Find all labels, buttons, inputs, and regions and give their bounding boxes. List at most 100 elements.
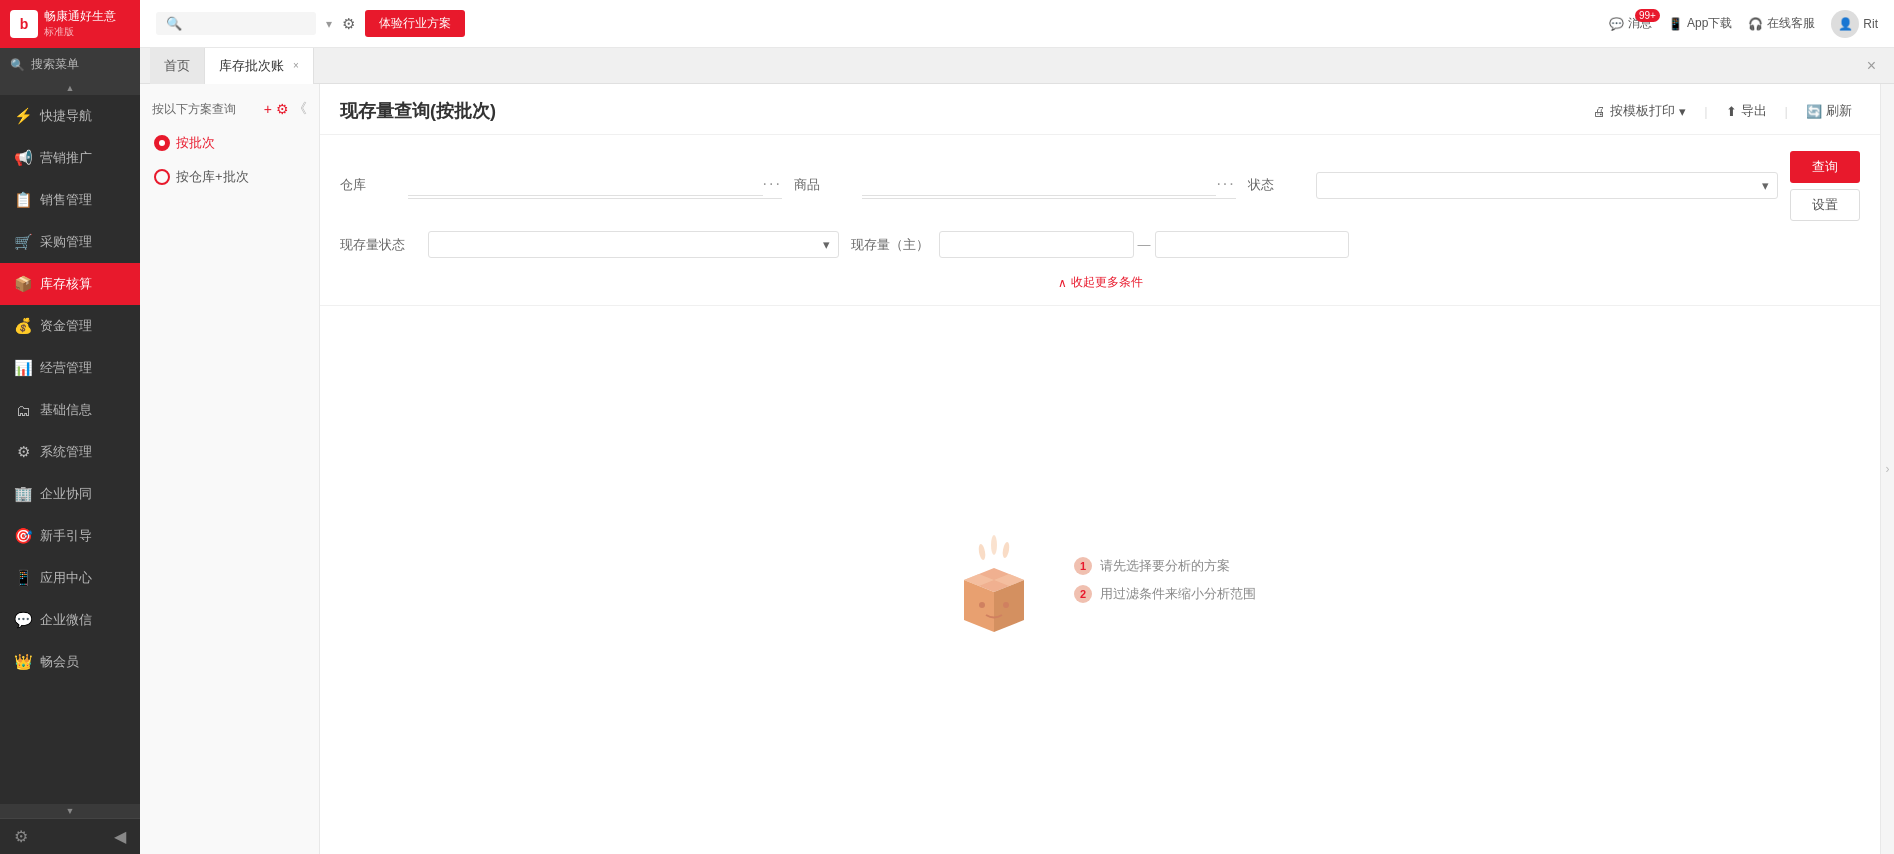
nav-list: ⚡ 快捷导航 📢 营销推广 📋 销售管理 🛒 采购管理 📦 库存核算 💰 资金管… xyxy=(0,95,140,804)
warehouse-input[interactable] xyxy=(408,172,763,196)
app-subtitle: 标准版 xyxy=(44,25,116,39)
sidebar-item-finance[interactable]: 💰 资金管理 xyxy=(0,305,140,347)
action-buttons: 查询 设置 xyxy=(1790,151,1860,221)
settings-icon[interactable]: ⚙ xyxy=(14,827,28,846)
tab-batch[interactable]: 库存批次账 × xyxy=(205,48,314,84)
warehouse-field: 仓库 ··· xyxy=(340,172,782,199)
stock-qty-min-input[interactable] xyxy=(939,231,1134,258)
tab-home[interactable]: 首页 xyxy=(150,48,205,84)
stock-status-dropdown-icon: ▾ xyxy=(823,237,830,252)
scroll-down-area: ▼ xyxy=(0,804,140,818)
app-download-label: App下载 xyxy=(1687,15,1732,32)
user-avatar-action[interactable]: 👤 Rit xyxy=(1831,10,1878,38)
plan-item-batch[interactable]: 按批次 xyxy=(140,126,319,160)
tab-panel-close-button[interactable]: × xyxy=(1859,57,1884,75)
action-separator-2: | xyxy=(1785,104,1788,119)
svg-point-9 xyxy=(1003,602,1009,608)
sidebar-item-sales[interactable]: 📋 销售管理 xyxy=(0,179,140,221)
scroll-down-button[interactable]: ▼ xyxy=(0,804,140,818)
scroll-up-button[interactable]: ▲ xyxy=(0,81,140,95)
sidebar-item-wechat[interactable]: 💬 企业微信 xyxy=(0,599,140,641)
hint-num-1: 1 xyxy=(1074,557,1092,575)
message-icon: 💬 xyxy=(1609,17,1624,31)
add-plan-icon[interactable]: + xyxy=(264,100,272,118)
plan-item-warehouse-batch[interactable]: 按仓库+批次 xyxy=(140,160,319,194)
phone-icon: 📱 xyxy=(1668,17,1683,31)
printer-icon: 🖨 xyxy=(1593,104,1606,119)
warehouse-label: 仓库 xyxy=(340,176,400,194)
sidebar-item-marketing[interactable]: 📢 营销推广 xyxy=(0,137,140,179)
empty-hint-2: 2 用过滤条件来缩小分析范围 xyxy=(1074,585,1256,603)
settings-button[interactable]: 设置 xyxy=(1790,189,1860,221)
topbar-search-icon: 🔍 xyxy=(166,16,182,31)
warehouse-more-icon[interactable]: ··· xyxy=(763,175,782,193)
sidebar-item-label: 库存核算 xyxy=(40,275,92,293)
scroll-up-area: ▲ xyxy=(0,81,140,95)
sidebar-item-label: 资金管理 xyxy=(40,317,92,335)
sidebar-item-enterprise[interactable]: 🏢 企业协同 xyxy=(0,473,140,515)
stock-status-label: 现存量状态 xyxy=(340,236,420,254)
refresh-label: 刷新 xyxy=(1826,102,1852,120)
customer-service-label: 在线客服 xyxy=(1767,15,1815,32)
customer-service-action[interactable]: 🎧 在线客服 xyxy=(1748,15,1815,32)
plan-label-batch: 按批次 xyxy=(176,134,215,152)
message-action[interactable]: 💬 消息 99+ xyxy=(1609,15,1652,32)
sidebar-item-newbie[interactable]: 🎯 新手引导 xyxy=(0,515,140,557)
tab-batch-label: 库存批次账 xyxy=(219,57,284,75)
refresh-button[interactable]: 🔄 刷新 xyxy=(1798,98,1860,124)
sidebar-item-purchase[interactable]: 🛒 采购管理 xyxy=(0,221,140,263)
status-dropdown-icon: ▾ xyxy=(1762,178,1769,193)
svg-point-1 xyxy=(991,535,997,555)
sidebar-item-apps[interactable]: 📱 应用中心 xyxy=(0,557,140,599)
stock-status-select[interactable]: ▾ xyxy=(428,231,839,258)
right-collapse-handle[interactable]: › xyxy=(1880,84,1894,854)
plan-dot-filled xyxy=(154,135,170,151)
sidebar-item-system[interactable]: ⚙ 系统管理 xyxy=(0,431,140,473)
stock-qty-range: — xyxy=(939,231,1350,258)
sidebar-search[interactable]: 🔍 搜索菜单 xyxy=(0,48,140,81)
app-title-block: 畅康通好生意 标准版 xyxy=(44,9,116,39)
export-label: 导出 xyxy=(1741,102,1767,120)
app-logo: b xyxy=(10,10,38,38)
tabbar: 首页 库存批次账 × × xyxy=(140,48,1894,84)
tab-batch-close[interactable]: × xyxy=(293,60,299,71)
filter-row-2: 现存量状态 ▾ 现存量（主） — xyxy=(340,231,1860,258)
sales-icon: 📋 xyxy=(14,191,32,209)
export-button[interactable]: ⬆ 导出 xyxy=(1718,98,1775,124)
sidebar-item-label: 经营管理 xyxy=(40,359,92,377)
hint-text-2: 用过滤条件来缩小分析范围 xyxy=(1100,585,1256,603)
sidebar-item-shortcut[interactable]: ⚡ 快捷导航 xyxy=(0,95,140,137)
topbar-search-box[interactable]: 🔍 xyxy=(156,12,316,35)
main-area: 🔍 ▾ ⚙ 体验行业方案 💬 消息 99+ 📱 App下载 🎧 在线客服 👤 R xyxy=(140,0,1894,854)
query-button[interactable]: 查询 xyxy=(1790,151,1860,183)
product-more-icon[interactable]: ··· xyxy=(1216,175,1235,193)
collapse-sidebar-icon[interactable]: ◀ xyxy=(114,827,126,846)
sidebar-item-operations[interactable]: 📊 经营管理 xyxy=(0,347,140,389)
sidebar-item-basic[interactable]: 🗂 基础信息 xyxy=(0,389,140,431)
sidebar-item-inventory[interactable]: 📦 库存核算 xyxy=(0,263,140,305)
right-content: 现存量查询(按批次) 🖨 按模板打印 ▾ | ⬆ 导出 | 🔄 xyxy=(320,84,1880,854)
panel-collapse-icon[interactable]: 《 xyxy=(293,100,307,118)
panel-header-actions: + ⚙ 《 xyxy=(264,100,307,118)
svg-point-8 xyxy=(979,602,985,608)
panel-header: 按以下方案查询 + ⚙ 《 xyxy=(140,96,319,126)
empty-state: 1 请先选择要分析的方案 2 用过滤条件来缩小分析范围 xyxy=(320,306,1880,854)
topbar-search-input[interactable] xyxy=(188,17,306,31)
sidebar-item-label: 系统管理 xyxy=(40,443,92,461)
plan-settings-icon[interactable]: ⚙ xyxy=(276,100,289,118)
sidebar-item-member[interactable]: 👑 畅会员 xyxy=(0,641,140,683)
action-separator-1: | xyxy=(1704,104,1707,119)
sidebar: b 畅康通好生意 标准版 🔍 搜索菜单 ▲ ⚡ 快捷导航 📢 营销推广 📋 销售… xyxy=(0,0,140,854)
wechat-icon: 💬 xyxy=(14,611,32,629)
experience-button[interactable]: 体验行业方案 xyxy=(365,10,465,37)
headset-icon: 🎧 xyxy=(1748,17,1763,31)
topbar-gear-icon[interactable]: ⚙ xyxy=(342,15,355,33)
enterprise-icon: 🏢 xyxy=(14,485,32,503)
topbar-dropdown-icon[interactable]: ▾ xyxy=(326,17,332,31)
stock-qty-max-input[interactable] xyxy=(1155,231,1350,258)
collapse-filter-button[interactable]: ∧ 收起更多条件 xyxy=(340,268,1860,291)
product-input[interactable] xyxy=(862,172,1217,196)
app-download-action[interactable]: 📱 App下载 xyxy=(1668,15,1732,32)
status-select[interactable]: ▾ xyxy=(1316,172,1778,199)
print-button[interactable]: 🖨 按模板打印 ▾ xyxy=(1585,98,1694,124)
